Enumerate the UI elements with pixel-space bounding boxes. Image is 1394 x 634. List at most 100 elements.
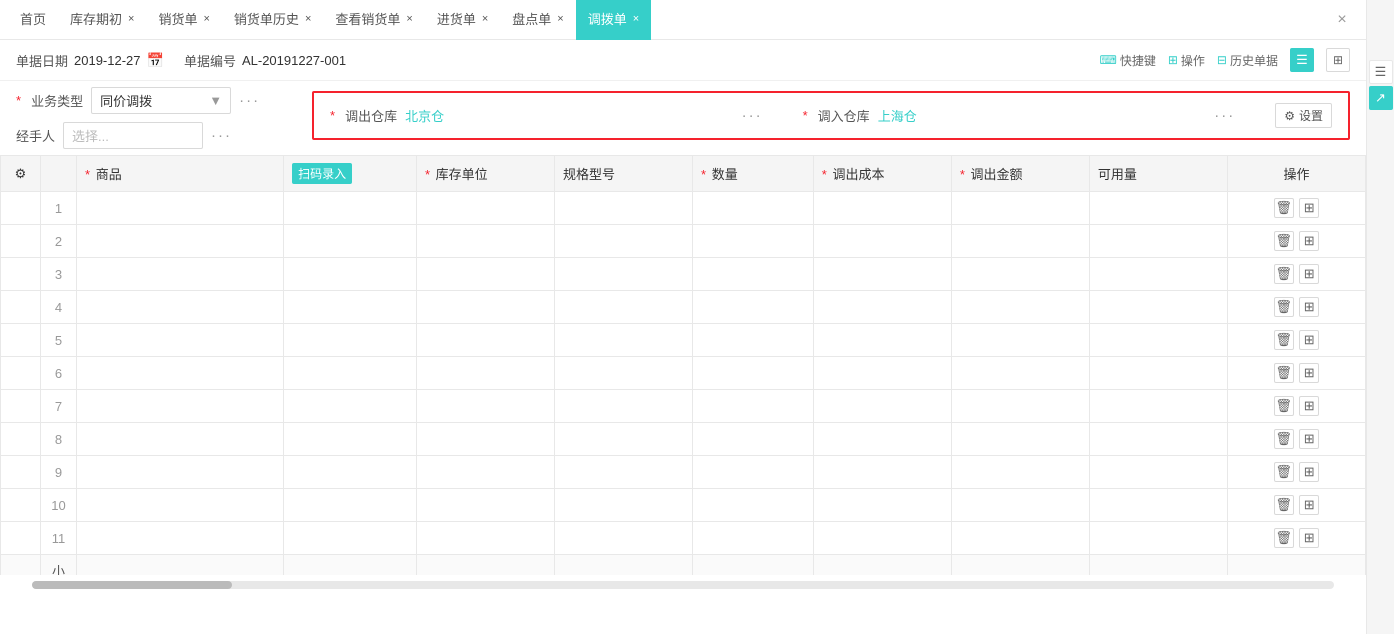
grid-view-btn[interactable]: ⊞ <box>1326 48 1350 72</box>
row-spec-cell[interactable] <box>554 258 692 291</box>
row-spec-cell[interactable] <box>554 390 692 423</box>
row-product-cell[interactable] <box>77 489 284 522</box>
copy-icon[interactable]: ⊞ <box>1299 363 1319 383</box>
row-product-cell[interactable] <box>77 291 284 324</box>
delete-icon[interactable]: 🗑 <box>1274 495 1294 515</box>
copy-icon[interactable]: ⊞ <box>1299 429 1319 449</box>
row-spec-cell[interactable] <box>554 522 692 555</box>
row-amount-cell[interactable] <box>951 192 1089 225</box>
row-unit-cell[interactable] <box>416 357 554 390</box>
row-product-cell[interactable] <box>77 357 284 390</box>
tab-home[interactable]: 首页 <box>8 0 58 40</box>
list-view-btn[interactable]: ☰ <box>1290 48 1314 72</box>
out-more-btn[interactable]: ··· <box>742 107 763 124</box>
row-cost-cell[interactable] <box>813 456 951 489</box>
row-qty-cell[interactable] <box>693 192 814 225</box>
delete-icon[interactable]: 🗑 <box>1274 462 1294 482</box>
row-amount-cell[interactable] <box>951 357 1089 390</box>
history-btn[interactable]: ⊟ 历史单据 <box>1217 52 1278 69</box>
delete-icon[interactable]: 🗑 <box>1274 231 1294 251</box>
row-spec-cell[interactable] <box>554 192 692 225</box>
delete-icon[interactable]: 🗑 <box>1274 528 1294 548</box>
tab-inventory-init[interactable]: 库存期初 × <box>58 0 146 40</box>
row-product-cell[interactable] <box>77 522 284 555</box>
row-qty-cell[interactable] <box>693 456 814 489</box>
row-cost-cell[interactable] <box>813 192 951 225</box>
tab-sales-history[interactable]: 销货单历史 × <box>222 0 323 40</box>
business-more-btn[interactable]: ··· <box>239 92 260 109</box>
copy-icon[interactable]: ⊞ <box>1299 330 1319 350</box>
row-product-cell[interactable] <box>77 225 284 258</box>
copy-icon[interactable]: ⊞ <box>1299 495 1319 515</box>
copy-icon[interactable]: ⊞ <box>1299 198 1319 218</box>
copy-icon[interactable]: ⊞ <box>1299 528 1319 548</box>
row-product-cell[interactable] <box>77 192 284 225</box>
delete-icon[interactable]: 🗑 <box>1274 396 1294 416</box>
row-qty-cell[interactable] <box>693 258 814 291</box>
row-unit-cell[interactable] <box>416 456 554 489</box>
row-qty-cell[interactable] <box>693 324 814 357</box>
row-amount-cell[interactable] <box>951 489 1089 522</box>
row-cost-cell[interactable] <box>813 258 951 291</box>
row-unit-cell[interactable] <box>416 258 554 291</box>
row-unit-cell[interactable] <box>416 324 554 357</box>
tab-transfer[interactable]: 调拨单 × <box>576 0 651 40</box>
row-unit-cell[interactable] <box>416 291 554 324</box>
row-amount-cell[interactable] <box>951 423 1089 456</box>
row-cost-cell[interactable] <box>813 357 951 390</box>
copy-icon[interactable]: ⊞ <box>1299 231 1319 251</box>
row-qty-cell[interactable] <box>693 390 814 423</box>
row-qty-cell[interactable] <box>693 489 814 522</box>
tab-sales-order[interactable]: 销货单 × <box>146 0 221 40</box>
operation-btn[interactable]: ⊞ 操作 <box>1168 52 1205 69</box>
tab-close-purchase[interactable]: × <box>482 13 488 25</box>
out-warehouse-value[interactable]: 北京仓 <box>405 106 444 125</box>
row-amount-cell[interactable] <box>951 258 1089 291</box>
copy-icon[interactable]: ⊞ <box>1299 396 1319 416</box>
tab-close-inventory-init[interactable]: × <box>128 13 134 25</box>
row-amount-cell[interactable] <box>951 291 1089 324</box>
row-qty-cell[interactable] <box>693 357 814 390</box>
row-spec-cell[interactable] <box>554 291 692 324</box>
in-more-btn[interactable]: ··· <box>1214 107 1235 124</box>
row-spec-cell[interactable] <box>554 456 692 489</box>
tab-close-transfer[interactable]: × <box>633 13 639 25</box>
col-header-gear[interactable]: ⚙ <box>1 156 41 192</box>
in-warehouse-value[interactable]: 上海仓 <box>878 106 917 125</box>
delete-icon[interactable]: 🗑 <box>1274 297 1294 317</box>
row-unit-cell[interactable] <box>416 522 554 555</box>
tab-close-sales-order[interactable]: × <box>203 13 209 25</box>
sidebar-list-icon[interactable]: ☰ <box>1369 60 1393 84</box>
row-cost-cell[interactable] <box>813 291 951 324</box>
handler-more-btn[interactable]: ··· <box>211 127 232 144</box>
row-spec-cell[interactable] <box>554 225 692 258</box>
row-cost-cell[interactable] <box>813 489 951 522</box>
row-unit-cell[interactable] <box>416 390 554 423</box>
tab-view-sales[interactable]: 查看销货单 × <box>323 0 424 40</box>
row-cost-cell[interactable] <box>813 324 951 357</box>
bottom-scrollbar[interactable] <box>0 575 1366 595</box>
copy-icon[interactable]: ⊞ <box>1299 264 1319 284</box>
row-qty-cell[interactable] <box>693 225 814 258</box>
calendar-icon[interactable]: 📅 <box>147 52 164 69</box>
handler-select[interactable]: 选择... <box>63 122 203 149</box>
row-qty-cell[interactable] <box>693 522 814 555</box>
row-spec-cell[interactable] <box>554 357 692 390</box>
tab-close-view-sales[interactable]: × <box>406 13 412 25</box>
row-unit-cell[interactable] <box>416 489 554 522</box>
row-qty-cell[interactable] <box>693 423 814 456</box>
shortcut-btn[interactable]: ⌨ 快捷键 <box>1100 52 1156 69</box>
window-close-button[interactable]: × <box>1326 4 1358 36</box>
tab-purchase[interactable]: 进货单 × <box>425 0 500 40</box>
row-unit-cell[interactable] <box>416 192 554 225</box>
copy-icon[interactable]: ⊞ <box>1299 462 1319 482</box>
delete-icon[interactable]: 🗑 <box>1274 198 1294 218</box>
row-cost-cell[interactable] <box>813 423 951 456</box>
row-product-cell[interactable] <box>77 258 284 291</box>
business-type-select[interactable]: 同价调拨 ▼ <box>91 87 231 114</box>
row-product-cell[interactable] <box>77 456 284 489</box>
row-cost-cell[interactable] <box>813 225 951 258</box>
tab-close-sales-history[interactable]: × <box>305 13 311 25</box>
scan-btn[interactable]: 扫码录入 <box>292 163 352 184</box>
row-spec-cell[interactable] <box>554 324 692 357</box>
